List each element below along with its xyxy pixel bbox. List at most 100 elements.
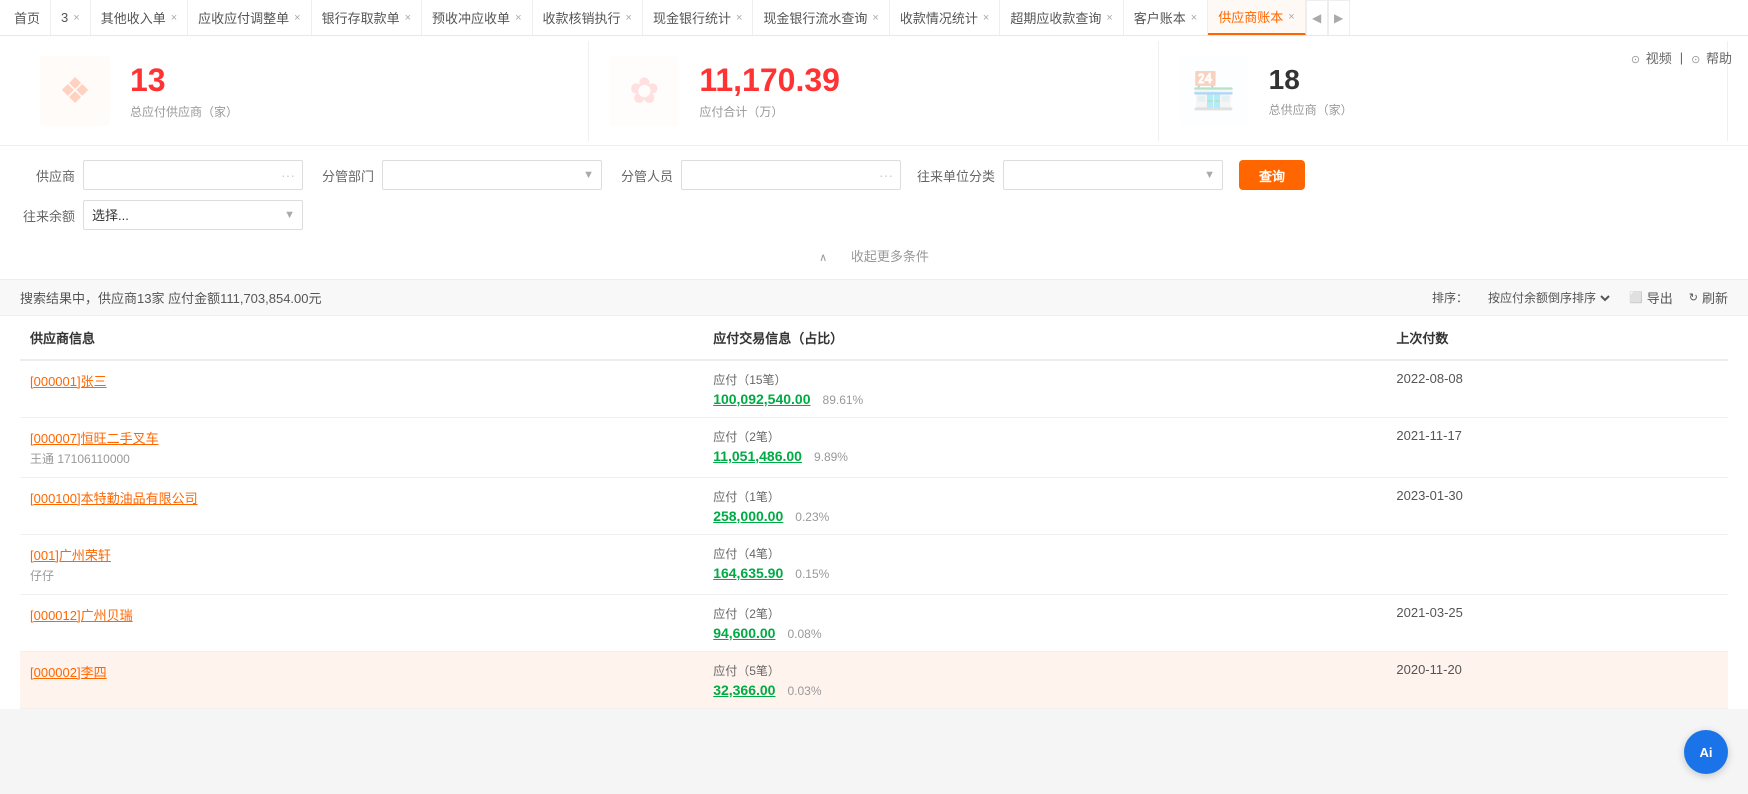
- tx-amount-row: 94,600.00 0.08%: [713, 622, 1376, 641]
- summary-item-payable-total: ✿ 11,170.39 应付合计（万）: [589, 41, 1158, 141]
- filter-item-dept: 分管部门 ▼: [319, 160, 602, 190]
- nav-tab-cash-bank-flow[interactable]: 现金银行流水查询 ×: [753, 0, 889, 35]
- nav-tab-ar-ap-adjust[interactable]: 应收应付调整单 ×: [188, 0, 311, 35]
- tx-cell: 应付（4笔）164,635.900.15%: [703, 535, 1386, 595]
- person-input[interactable]: [681, 160, 901, 190]
- nav-tab-bank-deposit[interactable]: 银行存取款单 ×: [312, 0, 422, 35]
- export-action[interactable]: ⬜ 导出: [1629, 288, 1673, 307]
- col-header-supplier: 供应商信息: [20, 316, 703, 360]
- tx-amount[interactable]: 100,092,540.00: [713, 391, 810, 407]
- export-icon: ⬜: [1629, 291, 1643, 304]
- payable-supplier-label: 总应付供应商（家）: [130, 103, 568, 120]
- supplier-link[interactable]: [000002]李四: [30, 665, 107, 680]
- result-actions: 排序： 按应付余额倒序排序 ⬜ 导出 ↻ 刷新: [1432, 288, 1728, 307]
- supplier-link[interactable]: [000001]张三: [30, 374, 107, 389]
- nav-tab-3[interactable]: 3 ×: [51, 0, 91, 35]
- supplier-cell: [000001]张三: [20, 360, 703, 418]
- nav-tab-supplier-ledger[interactable]: 供应商账本 ×: [1208, 0, 1305, 35]
- close-icon[interactable]: ×: [515, 12, 521, 24]
- tx-amount[interactable]: 32,366.00: [713, 682, 775, 698]
- tx-amount-row: 11,051,486.00 9.89%: [713, 445, 1376, 464]
- tx-amount-row: 100,092,540.00 89.61%: [713, 388, 1376, 407]
- supplier-payable-icon: ❖: [40, 56, 110, 126]
- supplier-link[interactable]: [000012]广州贝瑞: [30, 608, 133, 623]
- balance-select[interactable]: 选择...: [83, 200, 303, 230]
- nav-tab-other-income[interactable]: 其他收入单 ×: [91, 0, 188, 35]
- tx-label: 应付（15笔）: [713, 371, 1376, 388]
- close-icon[interactable]: ×: [171, 12, 177, 24]
- nav-prev-arrow[interactable]: ◀: [1306, 0, 1328, 36]
- result-bar: 搜索结果中，供应商13家 应付金额111,703,854.00元 排序： 按应付…: [0, 280, 1748, 316]
- close-icon[interactable]: ×: [73, 12, 79, 24]
- payable-total-amount: 11,170.39: [699, 61, 1137, 99]
- ai-badge[interactable]: Ai: [1684, 730, 1728, 774]
- query-button[interactable]: 查询: [1239, 160, 1305, 190]
- close-icon[interactable]: ×: [405, 12, 411, 24]
- tx-amount[interactable]: 258,000.00: [713, 508, 783, 524]
- tx-amount-row: 164,635.900.15%: [713, 562, 1376, 581]
- last-payment-date: 2023-01-30: [1386, 478, 1728, 535]
- close-icon[interactable]: ×: [1106, 12, 1112, 24]
- tx-label: 应付（2笔）: [713, 605, 1376, 622]
- tx-percentage: 0.03%: [787, 684, 821, 698]
- supplier-link[interactable]: [000100]本特勤油品有限公司: [30, 491, 198, 506]
- tx-cell: 应付（5笔） 32,366.00 0.03%: [703, 652, 1386, 709]
- filter-row-1: 供应商 ··· 分管部门 ▼ 分管人员 ··· 往来单位分类: [20, 160, 1728, 190]
- last-payment-date: 2022-08-08: [1386, 360, 1728, 418]
- total-supplier-count: 18: [1269, 63, 1707, 97]
- nav-tab-receipt-exec[interactable]: 收款核销执行 ×: [533, 0, 643, 35]
- filter-item-supplier: 供应商 ···: [20, 160, 303, 190]
- nav-next-arrow[interactable]: ▶: [1328, 0, 1350, 36]
- supplier-link[interactable]: [000007]恒旺二手叉车: [30, 431, 159, 446]
- nav-tab-prepay-offset[interactable]: 预收冲应收单 ×: [422, 0, 532, 35]
- tx-cell: 应付（2笔） 94,600.00 0.08%: [703, 595, 1386, 652]
- tx-label: 应付（5笔）: [713, 662, 1376, 679]
- total-supplier-icon: 🏪: [1179, 56, 1249, 126]
- divider: |: [1680, 50, 1683, 65]
- nav-tab-receipt-stats[interactable]: 收款情况统计 ×: [890, 0, 1000, 35]
- tx-percentage: 9.89%: [814, 450, 848, 464]
- tx-amount[interactable]: 164,635.90: [713, 565, 783, 581]
- tx-amount[interactable]: 11,051,486.00: [713, 448, 802, 464]
- supplier-filter-label: 供应商: [20, 166, 75, 185]
- video-link[interactable]: ⊙ 视频: [1631, 48, 1672, 67]
- last-payment-date: 2021-11-17: [1386, 418, 1728, 478]
- table-row: [000012]广州贝瑞 应付（2笔） 94,600.00 0.08% 2021-03-…: [20, 595, 1728, 652]
- supplier-input[interactable]: [83, 160, 303, 190]
- close-icon[interactable]: ×: [626, 12, 632, 24]
- close-icon[interactable]: ×: [294, 12, 300, 24]
- close-icon[interactable]: ×: [872, 12, 878, 24]
- payable-supplier-count: 13: [130, 61, 568, 99]
- refresh-action[interactable]: ↻ 刷新: [1689, 288, 1728, 307]
- nav-tab-customer-ledger[interactable]: 客户账本 ×: [1124, 0, 1208, 35]
- last-payment-date: [1386, 535, 1728, 595]
- person-filter-label: 分管人员: [618, 166, 673, 185]
- tx-amount[interactable]: 94,600.00: [713, 625, 775, 641]
- last-payment-date: 2021-03-25: [1386, 595, 1728, 652]
- result-summary-text: 搜索结果中，供应商13家 应付金额111,703,854.00元: [20, 288, 322, 307]
- collapse-bar[interactable]: ∧ 收起更多条件: [20, 240, 1728, 271]
- sort-select[interactable]: 按应付余额倒序排序: [1484, 290, 1613, 306]
- summary-item-payable-suppliers: ❖ 13 总应付供应商（家）: [20, 41, 589, 141]
- supplier-cell: [000100]本特勤油品有限公司: [20, 478, 703, 535]
- last-payment-date: 2020-11-20: [1386, 652, 1728, 709]
- filter-area: 供应商 ··· 分管部门 ▼ 分管人员 ··· 往来单位分类: [0, 146, 1748, 280]
- close-icon[interactable]: ×: [1191, 12, 1197, 24]
- filter-row-2: 往来余额 选择... ▼: [20, 200, 1728, 230]
- nav-tab-overdue-ar[interactable]: 超期应收款查询 ×: [1000, 0, 1123, 35]
- supplier-link[interactable]: [001]广州荣轩: [30, 548, 111, 563]
- help-link[interactable]: ⊙ 帮助: [1691, 48, 1732, 67]
- dept-select[interactable]: [382, 160, 602, 190]
- table-row: [000001]张三 应付（15笔） 100,092,540.00 89.61% 202…: [20, 360, 1728, 418]
- tx-cell: 应付（1笔）258,000.000.23%: [703, 478, 1386, 535]
- supplier-cell: [000007]恒旺二手叉车王通 17106110000: [20, 418, 703, 478]
- nav-tab-cash-bank-stats[interactable]: 现金银行统计 ×: [643, 0, 753, 35]
- tx-percentage: 89.61%: [823, 393, 864, 407]
- tx-percentage: 0.08%: [787, 627, 821, 641]
- category-select[interactable]: [1003, 160, 1223, 190]
- close-icon[interactable]: ×: [736, 12, 742, 24]
- close-icon[interactable]: ×: [983, 12, 989, 24]
- close-icon[interactable]: ×: [1288, 11, 1294, 23]
- nav-tab-home[interactable]: 首页: [4, 0, 51, 35]
- supplier-sub-info: 王通 17106110000: [30, 450, 693, 467]
